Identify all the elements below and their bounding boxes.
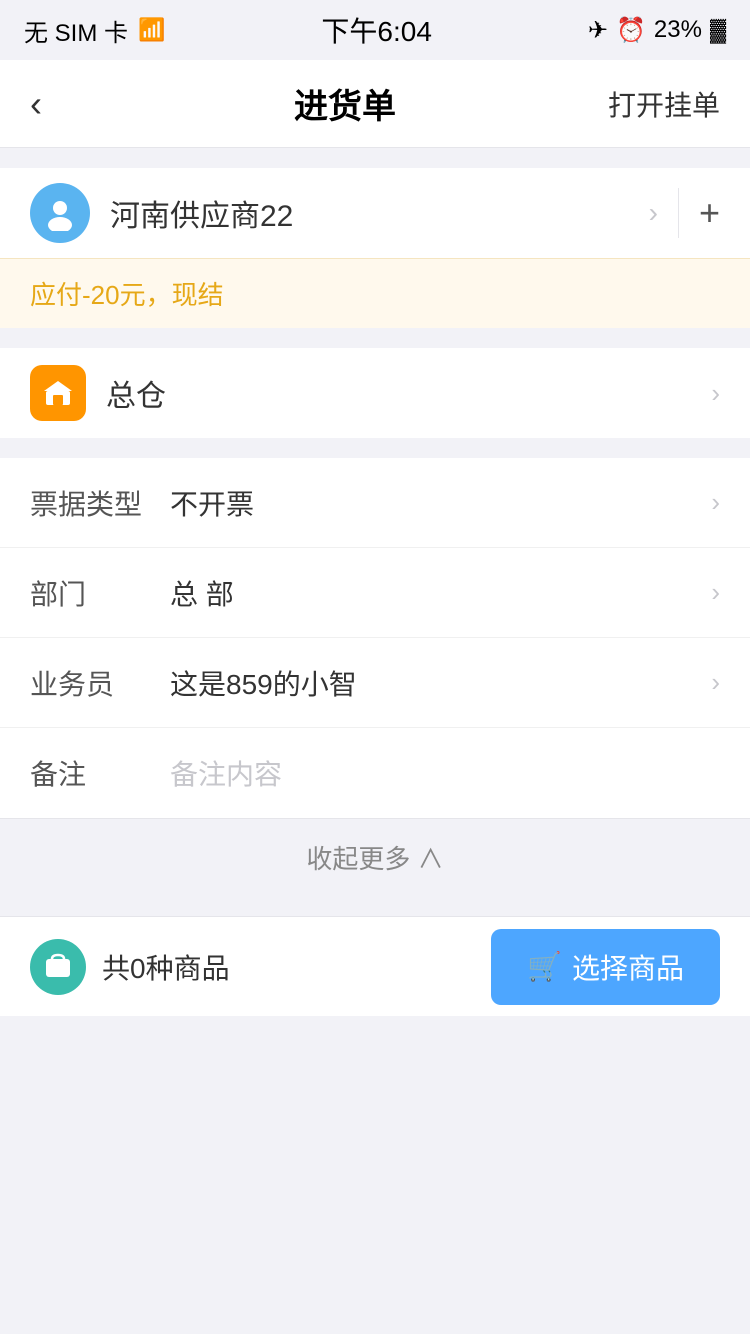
- product-count-text: 共0种商品: [102, 947, 230, 987]
- field-label-3: 备注: [30, 753, 170, 793]
- nav-bar: ‹ 进货单 打开挂单: [0, 60, 750, 148]
- warehouse-name: 总仓: [106, 371, 711, 415]
- select-product-label: 选择商品: [572, 947, 684, 987]
- carrier-label: 无 SIM 卡: [24, 13, 128, 48]
- add-supplier-button[interactable]: +: [699, 192, 720, 234]
- supplier-name: 河南供应商22: [110, 191, 649, 235]
- status-right: ✈ ⏰ 23% ▓: [588, 16, 726, 45]
- bottom-bar: 共0种商品 🛒 选择商品: [0, 916, 750, 1016]
- supplier-chevron-icon: ›: [649, 197, 658, 229]
- field-row-0[interactable]: 票据类型 不开票 ›: [0, 458, 750, 548]
- fields-section: 票据类型 不开票 › 部门 总 部 › 业务员 这是859的小智 › 备注 备注…: [0, 458, 750, 818]
- warehouse-icon: [30, 365, 86, 421]
- field-row-2[interactable]: 业务员 这是859的小智 ›: [0, 638, 750, 728]
- field-row-1[interactable]: 部门 总 部 ›: [0, 548, 750, 638]
- section-gap-3: [0, 438, 750, 458]
- main-content: 河南供应商22 › + 应付-20元，现结 总仓 ›: [0, 148, 750, 1036]
- field-label-0: 票据类型: [30, 483, 170, 523]
- battery-label: 23%: [654, 16, 702, 44]
- warehouse-chevron-icon: ›: [711, 378, 720, 409]
- section-gap-2: [0, 328, 750, 348]
- status-left: 无 SIM 卡: [24, 13, 165, 48]
- field-label-1: 部门: [30, 573, 170, 613]
- field-chevron-0: ›: [711, 487, 720, 518]
- alarm-icon: ⏰: [616, 16, 646, 45]
- warehouse-svg: [42, 377, 74, 409]
- back-button[interactable]: ‹: [30, 83, 90, 125]
- product-count-icon: [30, 939, 86, 995]
- avatar-icon: [42, 195, 78, 231]
- location-icon: ✈: [588, 16, 608, 45]
- select-product-icon: 🛒: [527, 950, 562, 983]
- field-chevron-2: ›: [711, 667, 720, 698]
- field-row-3[interactable]: 备注 备注内容: [0, 728, 750, 818]
- status-time: 下午6:04: [321, 10, 432, 50]
- warehouse-row[interactable]: 总仓 ›: [0, 348, 750, 438]
- warehouse-section[interactable]: 总仓 ›: [0, 348, 750, 438]
- battery-icon: ▓: [710, 17, 726, 43]
- select-product-button[interactable]: 🛒 选择商品: [491, 929, 720, 1005]
- product-count-area: 共0种商品: [30, 939, 230, 995]
- supplier-avatar: [30, 183, 90, 243]
- page-title: 进货单: [90, 79, 600, 128]
- wifi-icon: [138, 16, 165, 44]
- field-value-0: 不开票: [170, 483, 711, 523]
- field-placeholder-3: 备注内容: [170, 753, 720, 793]
- field-chevron-1: ›: [711, 577, 720, 608]
- supplier-section: 河南供应商22 › + 应付-20元，现结: [0, 168, 750, 328]
- field-value-1: 总 部: [170, 573, 711, 613]
- notice-text: 应付-20元，现结: [30, 280, 224, 310]
- supplier-row[interactable]: 河南供应商22 › +: [0, 168, 750, 258]
- open-pending-button[interactable]: 打开挂单: [600, 84, 720, 124]
- back-icon: ‹: [30, 83, 42, 124]
- notice-banner: 应付-20元，现结: [0, 258, 750, 328]
- collapse-button[interactable]: 收起更多 ∧: [0, 818, 750, 896]
- section-gap-1: [0, 148, 750, 168]
- cart-icon: [42, 951, 74, 983]
- supplier-divider: [678, 188, 679, 238]
- field-value-2: 这是859的小智: [170, 663, 711, 703]
- status-bar: 无 SIM 卡 下午6:04 ✈ ⏰ 23% ▓: [0, 0, 750, 60]
- field-label-2: 业务员: [30, 663, 170, 703]
